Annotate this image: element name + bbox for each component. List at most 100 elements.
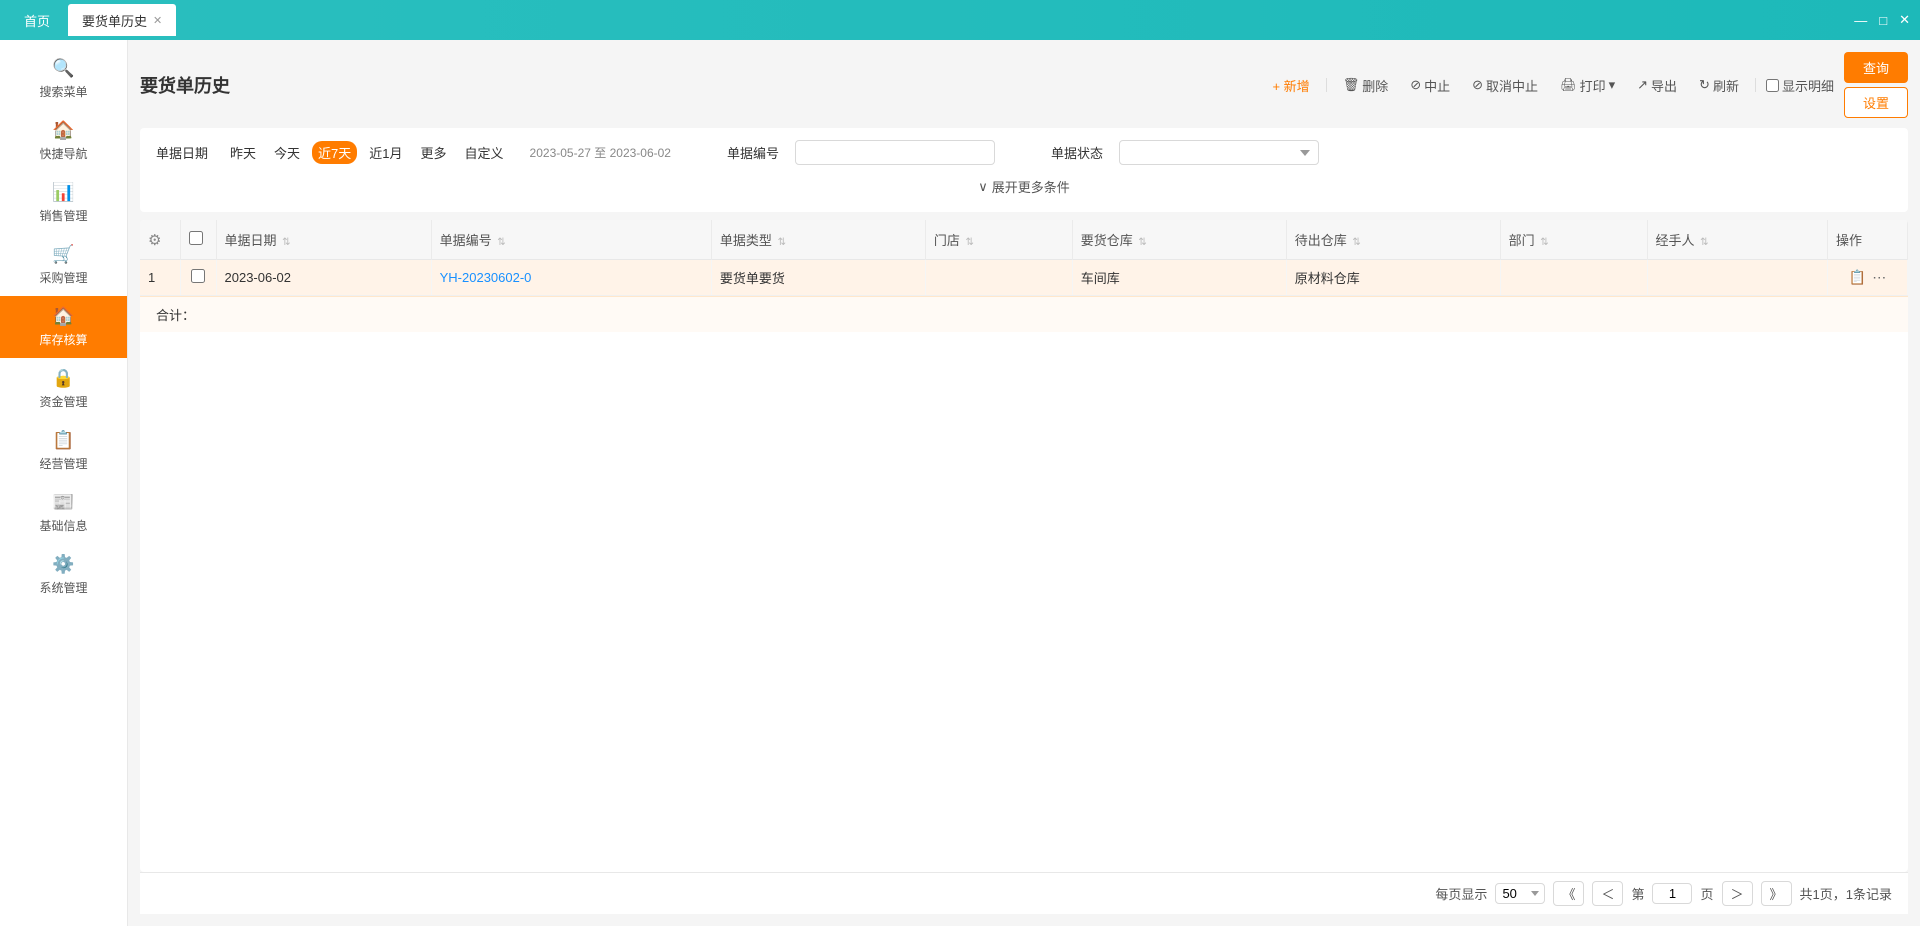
prev-page-button[interactable]: ＜ [1592,881,1623,906]
select-all-checkbox[interactable] [189,231,203,245]
maximize-icon[interactable]: □ [1879,13,1887,28]
sort-doc-no-icon: ⇅ [497,237,505,248]
sidebar-item-quick-nav-label: 快捷导航 [39,145,87,162]
display-detail-input[interactable] [1766,79,1779,92]
stop-button-label: 中止 [1424,76,1450,95]
doc-no-link[interactable]: YH-20230602-0 [440,270,532,285]
tab-home[interactable]: 首页 [10,4,64,36]
per-page-select[interactable]: 50 10 20 100 [1495,883,1545,904]
sidebar-item-inventory[interactable]: 🏠 库存核算 [0,296,127,358]
sidebar-item-purchase-label: 采购管理 [39,269,87,286]
sidebar-item-operation-label: 经营管理 [39,455,87,472]
row-handler-cell [1647,260,1827,296]
sidebar-item-finance[interactable]: 🔒 资金管理 [0,358,127,420]
sort-doc-type-icon: ⇅ [778,237,786,248]
summary-bar: 合计： [140,296,1908,332]
row-date-cell: 2023-06-02 [216,260,431,296]
row-num-cell: 1 [140,260,180,296]
divider-2 [1755,78,1756,92]
basic-info-icon: 📰 [52,492,74,513]
refresh-button-label: 刷新 [1713,76,1739,95]
sidebar-item-basic-info[interactable]: 📰 基础信息 [0,482,127,544]
th-date[interactable]: 单据日期 ⇅ [216,220,431,260]
sort-department-icon: ⇅ [1540,237,1548,248]
cancel-stop-button[interactable]: ⊘ 取消中止 [1466,72,1544,99]
date-option-1month[interactable]: 近1月 [363,141,408,164]
print-button-label: 打印 [1580,76,1606,95]
sidebar-item-operation[interactable]: 📋 经营管理 [0,420,127,482]
row-op-cell: 📋 ⋯ [1828,260,1908,296]
chevron-down-icon: ∨ [978,179,988,195]
tab-history-label: 要货单历史 [82,11,147,30]
first-page-button[interactable]: 《 [1553,881,1584,906]
row-edit-icon[interactable]: 📋 [1849,269,1866,286]
status-select[interactable] [1119,140,1319,165]
row-doc-type-cell: 要货单要货 [711,260,925,296]
close-tab-icon[interactable]: ✕ [153,14,162,27]
date-option-more[interactable]: 更多 [415,141,453,164]
filter-row-1: 单据日期 昨天 今天 近7天 近1月 更多 自定义 2023-05-27 至 2… [156,140,1892,165]
tab-home-label: 首页 [24,11,50,30]
search-menu-icon: 🔍 [52,58,74,79]
last-page-button[interactable]: 》 [1761,881,1792,906]
content-area: 要货单历史 + 新增 🗑 删除 ⊘ 中止 ⊘ 取消中止 [128,40,1920,926]
sort-handler-icon: ⇅ [1700,237,1708,248]
query-button[interactable]: 查询 [1844,52,1908,83]
print-dropdown-icon: ▾ [1609,77,1616,93]
row-checkbox[interactable] [191,269,205,283]
date-option-yesterday[interactable]: 昨天 [224,141,262,164]
quick-nav-icon: 🏠 [52,120,74,141]
row-delete-icon[interactable]: ⋯ [1872,269,1886,286]
th-req-warehouse[interactable]: 要货仓库 ⇅ [1072,220,1286,260]
expand-more-button[interactable]: ∨ 展开更多条件 [978,173,1070,200]
sidebar-item-system-label: 系统管理 [39,579,87,596]
sidebar-item-system[interactable]: ⚙️ 系统管理 [0,544,127,606]
print-button[interactable]: 🖨 打印 ▾ [1554,72,1621,99]
next-page-button[interactable]: ＞ [1722,881,1753,906]
refresh-icon: ↻ [1699,77,1710,93]
main-layout: 🔍 搜索菜单 🏠 快捷导航 📊 销售管理 🛒 采购管理 🏠 库存核算 🔒 资金管… [0,40,1920,926]
display-detail-checkbox[interactable]: 显示明细 [1766,76,1834,95]
row-req-warehouse-cell: 车间库 [1072,260,1286,296]
refresh-button[interactable]: ↻ 刷新 [1693,72,1745,99]
close-window-icon[interactable]: ✕ [1899,12,1910,28]
page-label: 第 [1631,884,1644,903]
th-store[interactable]: 门店 ⇅ [925,220,1072,260]
row-pending-warehouse-cell: 原材料仓库 [1286,260,1500,296]
th-settings: ⚙ [140,220,180,260]
row-store-cell [925,260,1072,296]
th-department[interactable]: 部门 ⇅ [1500,220,1647,260]
sidebar-item-quick-nav[interactable]: 🏠 快捷导航 [0,110,127,172]
date-option-7days[interactable]: 近7天 [312,141,357,164]
window-controls: — □ ✕ [1854,12,1910,28]
date-option-today[interactable]: 今天 [268,141,306,164]
th-operation: 操作 [1828,220,1908,260]
delete-button[interactable]: 🗑 删除 [1337,72,1395,99]
inventory-icon: 🏠 [52,306,74,327]
page-number-input[interactable] [1652,883,1692,904]
top-bar: 首页 要货单历史 ✕ — □ ✕ [0,0,1920,40]
export-button[interactable]: ↗ 导出 [1631,72,1683,99]
cancel-stop-icon: ⊘ [1472,77,1483,93]
sidebar-item-purchase[interactable]: 🛒 采购管理 [0,234,127,296]
doc-no-input[interactable] [795,140,995,165]
page-suffix: 页 [1700,884,1713,903]
th-handler[interactable]: 经手人 ⇅ [1647,220,1827,260]
pagination-bar: 每页显示 50 10 20 100 《 ＜ 第 页 ＞ 》 共1页，1条记录 [140,872,1908,914]
th-doc-no[interactable]: 单据编号 ⇅ [431,220,711,260]
th-pending-warehouse[interactable]: 待出仓库 ⇅ [1286,220,1500,260]
settings-button[interactable]: 设置 [1844,87,1908,118]
column-settings-icon[interactable]: ⚙ [148,232,161,249]
sidebar-item-search-menu[interactable]: 🔍 搜索菜单 [0,48,127,110]
new-button[interactable]: + 新增 [1266,72,1315,99]
tab-history[interactable]: 要货单历史 ✕ [68,4,176,36]
sidebar-item-sales[interactable]: 📊 销售管理 [0,172,127,234]
th-doc-type[interactable]: 单据类型 ⇅ [711,220,925,260]
display-detail-label: 显示明细 [1782,76,1834,95]
minimize-icon[interactable]: — [1854,13,1867,28]
date-option-custom[interactable]: 自定义 [459,141,510,164]
filter-area: 单据日期 昨天 今天 近7天 近1月 更多 自定义 2023-05-27 至 2… [140,128,1908,212]
data-table: ⚙ 单据日期 ⇅ 单据编号 ⇅ [140,220,1908,296]
stop-button[interactable]: ⊘ 中止 [1404,72,1456,99]
toolbar: + 新增 🗑 删除 ⊘ 中止 ⊘ 取消中止 🖨 打印 [1266,52,1908,118]
